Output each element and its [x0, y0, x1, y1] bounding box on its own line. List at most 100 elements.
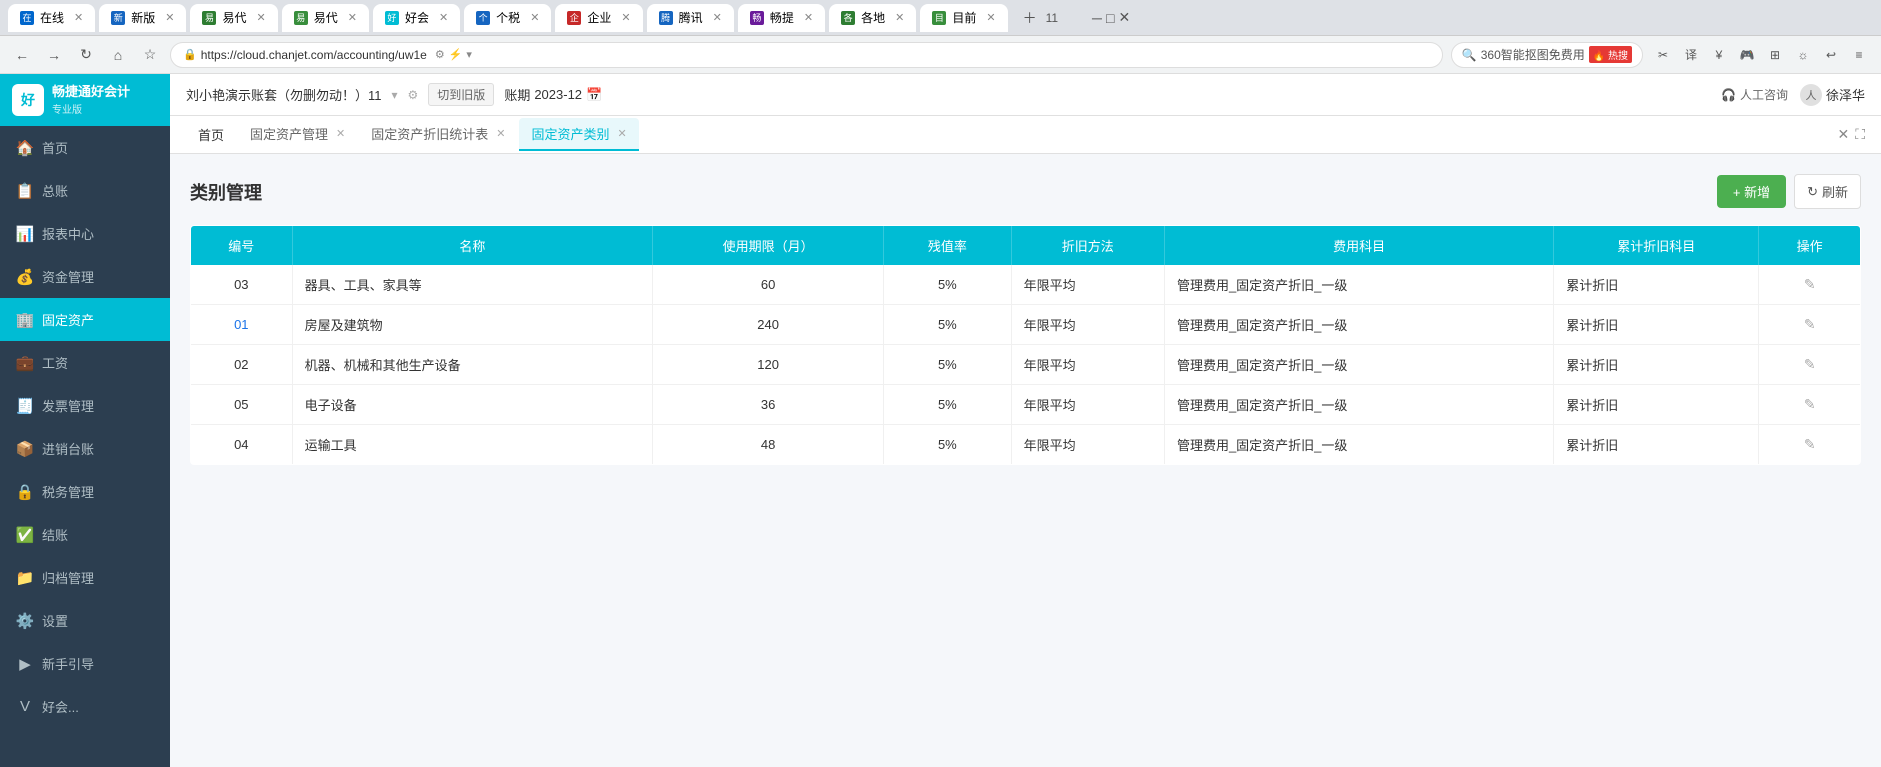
game-icon[interactable]: 🎮: [1735, 43, 1759, 67]
user-dropdown-icon[interactable]: ▾: [392, 88, 398, 102]
refresh-icon: ↻: [1807, 184, 1818, 200]
sidebar-item-label: 设置: [42, 611, 68, 630]
minimize-btn[interactable]: ─: [1092, 10, 1102, 26]
tab-label: 固定资产类别: [531, 124, 609, 143]
sidebar-item-salary[interactable]: 💼 工资: [0, 341, 170, 384]
home-btn[interactable]: ⌂: [106, 43, 130, 67]
tab-fixed-assets-mgmt[interactable]: 固定资产管理 ✕: [238, 118, 357, 151]
forward-btn[interactable]: →: [42, 43, 66, 67]
back-btn[interactable]: ←: [10, 43, 34, 67]
sidebar-item-haohui[interactable]: V 好会...: [0, 685, 170, 728]
bookmark-btn[interactable]: ☆: [138, 43, 162, 67]
browser-tab-geshui[interactable]: 个 个税 ✕: [464, 4, 551, 32]
dropdown-icon[interactable]: ▾: [466, 48, 472, 61]
tab-close-icon[interactable]: ✕: [986, 11, 995, 24]
cell-expense: 管理费用_固定资产折旧_一级: [1164, 265, 1553, 305]
grid-icon[interactable]: ⊞: [1763, 43, 1787, 67]
browser-tab-muqian[interactable]: 目 目前 ✕: [920, 4, 1007, 32]
refresh-btn[interactable]: ↻: [74, 43, 98, 67]
fixed-assets-icon: 🏢: [16, 311, 34, 329]
site-settings-icon[interactable]: ⚙: [435, 48, 445, 61]
search-bar[interactable]: 🔍 360智能抠图免费用 🔥 热搜: [1451, 42, 1643, 68]
settings-small-icon[interactable]: ⚙: [408, 88, 419, 102]
undo-icon[interactable]: ↩: [1819, 43, 1843, 67]
tab-close-icon[interactable]: ✕: [496, 127, 505, 140]
tab-home[interactable]: 首页: [186, 119, 236, 150]
sidebar-item-guide[interactable]: ▶ 新手引导: [0, 642, 170, 685]
edit-icon[interactable]: ✎: [1804, 316, 1816, 332]
tab-close-icon[interactable]: ✕: [74, 11, 83, 24]
sidebar-item-ledger[interactable]: 📋 总账: [0, 169, 170, 212]
sidebar-item-invoice[interactable]: 🧾 发票管理: [0, 384, 170, 427]
support-btn[interactable]: 🎧 人工咨询: [1721, 86, 1788, 103]
funds-icon: 💰: [16, 268, 34, 286]
tab-close-icon[interactable]: ✕: [256, 11, 265, 24]
sidebar-item-home[interactable]: 🏠 首页: [0, 126, 170, 169]
cell-action[interactable]: ✎: [1759, 345, 1861, 385]
sidebar-item-label: 总账: [42, 181, 68, 200]
tab-panel-close-icon[interactable]: ✕: [1837, 126, 1849, 143]
edit-icon[interactable]: ✎: [1804, 396, 1816, 412]
switch-version-btn[interactable]: 切到旧版: [428, 83, 494, 106]
tab-close-icon[interactable]: ✕: [713, 11, 722, 24]
sidebar-item-settings[interactable]: ⚙️ 设置: [0, 599, 170, 642]
edit-icon[interactable]: ✎: [1804, 276, 1816, 292]
tab-asset-category[interactable]: 固定资产类别 ✕: [519, 118, 638, 151]
tab-close-icon[interactable]: ✕: [621, 11, 630, 24]
sidebar-item-close-accounts[interactable]: ✅ 结账: [0, 513, 170, 556]
tab-close-icon[interactable]: ✕: [165, 11, 174, 24]
sidebar-item-label: 好会...: [42, 697, 79, 716]
address-bar[interactable]: 🔒 https://cloud.chanjet.com/accounting/u…: [170, 42, 1443, 68]
tab-panel-maximize-icon[interactable]: ⛶: [1855, 126, 1865, 143]
scissors-icon[interactable]: ✂: [1651, 43, 1675, 67]
tab-close-icon[interactable]: ✕: [530, 11, 539, 24]
browser-tab-yidai2[interactable]: 易 易代 ✕: [282, 4, 369, 32]
sidebar-item-reports[interactable]: 📊 报表中心: [0, 212, 170, 255]
menu-icon[interactable]: ≡: [1847, 43, 1871, 67]
tab-label: 好会: [405, 9, 429, 26]
tab-depreciation-table[interactable]: 固定资产折旧统计表 ✕: [359, 118, 517, 151]
table-header-row: 编号 名称 使用期限（月） 残值率 折旧方法 费用科目 累计折旧科目 操作: [191, 226, 1861, 266]
sun-icon[interactable]: ☼: [1791, 43, 1815, 67]
tab-close-icon[interactable]: ✕: [618, 127, 627, 140]
browser-tab-changte[interactable]: 畅 畅提 ✕: [738, 4, 825, 32]
browser-tab-online[interactable]: 在 在线 ✕: [8, 4, 95, 32]
settings-icon: ⚙️: [16, 612, 34, 630]
refresh-btn[interactable]: ↻ 刷新: [1794, 174, 1861, 209]
tab-add-btn[interactable]: ＋: [1018, 6, 1042, 30]
maximize-btn[interactable]: □: [1106, 10, 1114, 26]
user-profile[interactable]: 人 徐泽华: [1800, 84, 1865, 106]
col-header-accumulated: 累计折旧科目: [1554, 226, 1759, 266]
sidebar-item-tax[interactable]: 🔒 税务管理: [0, 470, 170, 513]
wallet-icon[interactable]: ¥: [1707, 43, 1731, 67]
browser-tab-qiye[interactable]: 企 企业 ✕: [555, 4, 642, 32]
code-link[interactable]: 01: [234, 317, 248, 332]
translate-icon[interactable]: 译: [1679, 43, 1703, 67]
cell-action[interactable]: ✎: [1759, 385, 1861, 425]
browser-tab-haohui[interactable]: 好 好会 ✕: [373, 4, 460, 32]
sidebar-item-archive[interactable]: 📁 归档管理: [0, 556, 170, 599]
sidebar-item-fixed-assets[interactable]: 🏢 固定资产: [0, 298, 170, 341]
browser-tab-tengxun[interactable]: 腾 腾讯 ✕: [647, 4, 734, 32]
tab-close-icon[interactable]: ✕: [895, 11, 904, 24]
close-btn[interactable]: ✕: [1118, 9, 1130, 26]
browser-tab-yidai1[interactable]: 易 易代 ✕: [190, 4, 277, 32]
cell-action[interactable]: ✎: [1759, 265, 1861, 305]
browser-tab-gedi[interactable]: 各 各地 ✕: [829, 4, 916, 32]
tab-close-icon[interactable]: ✕: [348, 11, 357, 24]
edit-icon[interactable]: ✎: [1804, 356, 1816, 372]
cell-accumulated: 累计折旧: [1554, 345, 1759, 385]
sidebar-item-label: 工资: [42, 353, 68, 372]
sidebar-item-inventory[interactable]: 📦 进销台账: [0, 427, 170, 470]
sidebar-item-label: 结账: [42, 525, 68, 544]
sidebar-item-funds[interactable]: 💰 资金管理: [0, 255, 170, 298]
browser-tab-new[interactable]: 新 新版 ✕: [99, 4, 186, 32]
add-btn[interactable]: + 新增: [1717, 175, 1786, 208]
tab-close-icon[interactable]: ✕: [804, 11, 813, 24]
calendar-icon[interactable]: 📅: [586, 87, 602, 103]
tab-close-icon[interactable]: ✕: [336, 127, 345, 140]
tab-close-icon[interactable]: ✕: [439, 11, 448, 24]
cell-action[interactable]: ✎: [1759, 425, 1861, 465]
cell-action[interactable]: ✎: [1759, 305, 1861, 345]
edit-icon[interactable]: ✎: [1804, 436, 1816, 452]
